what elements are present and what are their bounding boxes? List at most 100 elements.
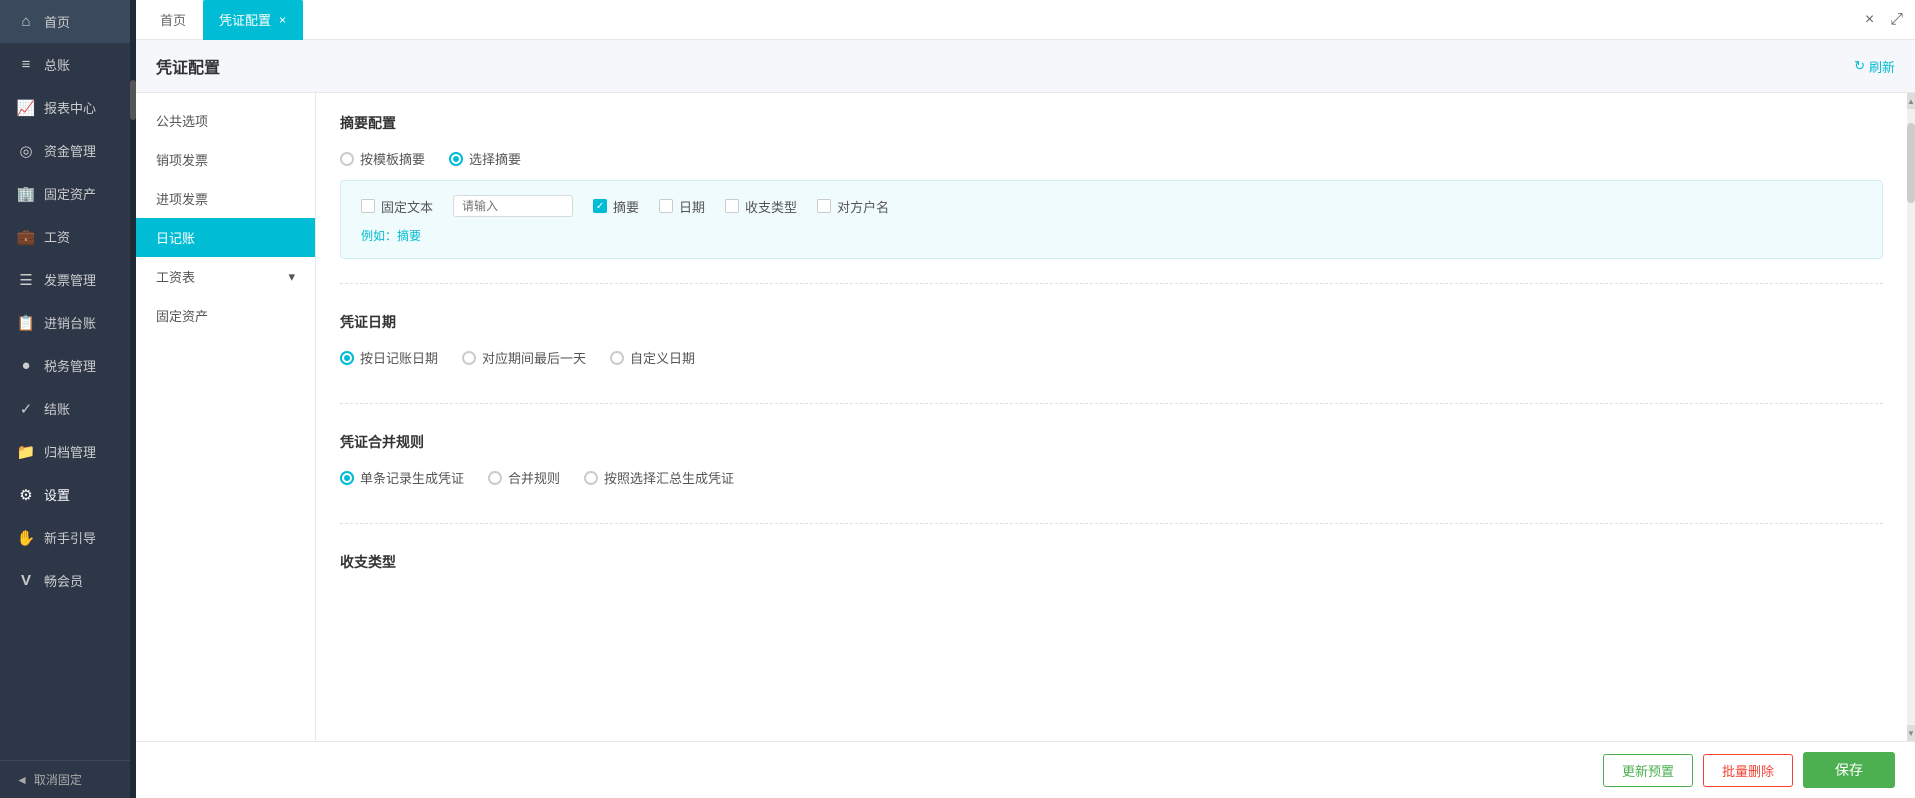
scrollbar-top-arrow[interactable]: ▲ [1907, 93, 1915, 109]
sidebar-item-close[interactable]: ✓ 结账 [0, 387, 130, 430]
left-nav: 公共选项 销项发票 进项发票 日记账 工资表 ▾ 固定资产 [136, 93, 316, 741]
checkbox-income-type-label: 收支类型 [745, 197, 797, 216]
left-nav-public-label: 公共选项 [156, 111, 208, 130]
checkbox-fixed-text[interactable]: 固定文本 [361, 197, 433, 216]
radio-last-day[interactable]: 对应期间最后一天 [462, 348, 586, 367]
merge-section-title: 凭证合并规则 [340, 432, 1883, 452]
sidebar-item-label: 资金管理 [44, 141, 96, 160]
capital-icon: ◎ [16, 142, 36, 160]
restore-button[interactable]: ⤢ [1886, 7, 1907, 33]
checkbox-income-type[interactable]: 收支类型 [725, 197, 797, 216]
checkbox-summary-label: 摘要 [613, 197, 639, 216]
settings-icon: ⚙ [16, 486, 36, 504]
sidebar-item-home[interactable]: ⌂ 首页 [0, 0, 130, 43]
sidebar-item-archive[interactable]: 📁 归档管理 [0, 430, 130, 473]
refresh-button[interactable]: ↻ 刷新 [1854, 57, 1895, 76]
checkbox-summary[interactable]: ✓ 摘要 [593, 197, 639, 216]
checkbox-counterpart-label: 对方户名 [837, 197, 889, 216]
sidebar-item-salary[interactable]: 💼 工资 [0, 215, 130, 258]
left-nav-purchase[interactable]: 进项发票 [136, 179, 315, 218]
refresh-label: 刷新 [1869, 57, 1895, 76]
date-radio-group: 按日记账日期 对应期间最后一天 自定义日期 [340, 348, 1883, 367]
sidebar-item-tax[interactable]: ● 税务管理 [0, 344, 130, 387]
checkbox-income-type-box [725, 199, 739, 213]
left-nav-payroll-label: 工资表 [156, 267, 195, 286]
radio-journal-date[interactable]: 按日记账日期 [340, 348, 438, 367]
fixed-text-input[interactable] [453, 195, 573, 217]
tab-voucher-config[interactable]: 凭证配置 × [203, 0, 303, 40]
checkbox-date[interactable]: 日期 [659, 197, 705, 216]
date-section: 凭证日期 按日记账日期 对应期间最后一天 自定义日期 [340, 312, 1883, 404]
sidebar-item-label: 发票管理 [44, 270, 96, 289]
checkbox-date-label: 日期 [679, 197, 705, 216]
tab-actions: × ⤢ [1861, 7, 1907, 33]
radio-select-total[interactable]: 按照选择汇总生成凭证 [584, 468, 734, 487]
minimize-button[interactable]: × [1861, 7, 1878, 33]
radio-select-abstract[interactable]: 选择摘要 [449, 149, 521, 168]
sidebar-item-vip[interactable]: V 畅会员 [0, 559, 130, 602]
assets-icon: 🏢 [16, 185, 36, 203]
left-nav-purchase-label: 进项发票 [156, 189, 208, 208]
tab-close-icon[interactable]: × [279, 13, 286, 27]
left-nav-fixed[interactable]: 固定资产 [136, 296, 315, 335]
radio-last-day-circle [462, 351, 476, 365]
save-button[interactable]: 保存 [1803, 752, 1895, 788]
archive-icon: 📁 [16, 443, 36, 461]
radio-template-circle [340, 152, 354, 166]
right-scrollbar[interactable]: ▲ ▼ [1907, 93, 1915, 741]
sidebar-item-invoice[interactable]: ☰ 发票管理 [0, 258, 130, 301]
merge-section: 凭证合并规则 单条记录生成凭证 合并规则 按照选择汇总生成凭证 [340, 432, 1883, 524]
update-preview-button[interactable]: 更新预置 [1603, 754, 1693, 787]
left-nav-journal-label: 日记账 [156, 228, 195, 247]
radio-merge-rule-circle [488, 471, 502, 485]
checkbox-fixed-text-label: 固定文本 [381, 197, 433, 216]
sidebar-item-label: 总账 [44, 55, 70, 74]
sidebar-item-label: 设置 [44, 485, 70, 504]
sidebar-item-label: 工资 [44, 227, 70, 246]
checkbox-summary-box: ✓ [593, 199, 607, 213]
close-accounts-icon: ✓ [16, 400, 36, 418]
abstract-checkbox-group: 固定文本 ✓ 摘要 日期 收支类型 [340, 180, 1883, 259]
sidebar-item-report[interactable]: 📈 报表中心 [0, 86, 130, 129]
left-nav-sales[interactable]: 销项发票 [136, 140, 315, 179]
merge-radio-group: 单条记录生成凭证 合并规则 按照选择汇总生成凭证 [340, 468, 1883, 487]
vip-icon: V [16, 572, 36, 589]
sidebar-item-label: 畅会员 [44, 571, 83, 590]
tab-active-label: 凭证配置 [219, 10, 271, 29]
radio-custom-date-circle [610, 351, 624, 365]
scrollbar-bottom-arrow[interactable]: ▼ [1907, 725, 1915, 741]
guide-icon: ✋ [16, 529, 36, 547]
radio-merge-rule-label: 合并规则 [508, 468, 560, 487]
left-nav-payroll[interactable]: 工资表 ▾ [136, 257, 315, 296]
left-nav-fixed-label: 固定资产 [156, 306, 208, 325]
checkbox-counterpart[interactable]: 对方户名 [817, 197, 889, 216]
radio-select-total-label: 按照选择汇总生成凭证 [604, 468, 734, 487]
sidebar-item-label: 归档管理 [44, 442, 96, 461]
sidebar-item-capital[interactable]: ◎ 资金管理 [0, 129, 130, 172]
sidebar-pin-toggle[interactable]: ◄ 取消固定 [0, 760, 130, 798]
salary-icon: 💼 [16, 228, 36, 246]
tab-home[interactable]: 首页 [144, 0, 203, 40]
sidebar-item-ledger[interactable]: ≡ 总账 [0, 43, 130, 86]
sidebar-item-assets[interactable]: 🏢 固定资产 [0, 172, 130, 215]
radio-template-abstract[interactable]: 按模板摘要 [340, 149, 425, 168]
radio-journal-date-label: 按日记账日期 [360, 348, 438, 367]
radio-merge-rule[interactable]: 合并规则 [488, 468, 560, 487]
left-nav-journal[interactable]: 日记账 [136, 218, 315, 257]
left-nav-public[interactable]: 公共选项 [136, 101, 315, 140]
sidebar-item-journal[interactable]: 📋 进销台账 [0, 301, 130, 344]
sidebar-item-label: 税务管理 [44, 356, 96, 375]
scrollbar-thumb[interactable] [1907, 123, 1915, 203]
pin-left-icon: ◄ [16, 773, 28, 787]
radio-custom-date[interactable]: 自定义日期 [610, 348, 695, 367]
sidebar: ⌂ 首页 ≡ 总账 📈 报表中心 ◎ 资金管理 🏢 固定资产 💼 工资 ☰ 发票… [0, 0, 130, 798]
sidebar-item-label: 结账 [44, 399, 70, 418]
income-type-section-title: 收支类型 [340, 552, 1883, 572]
batch-delete-button[interactable]: 批量删除 [1703, 754, 1793, 787]
home-icon: ⌂ [16, 13, 36, 30]
checkbox-fixed-text-box [361, 199, 375, 213]
radio-single[interactable]: 单条记录生成凭证 [340, 468, 464, 487]
report-icon: 📈 [16, 99, 36, 117]
sidebar-item-guide[interactable]: ✋ 新手引导 [0, 516, 130, 559]
sidebar-item-settings[interactable]: ⚙ 设置 [0, 473, 130, 516]
